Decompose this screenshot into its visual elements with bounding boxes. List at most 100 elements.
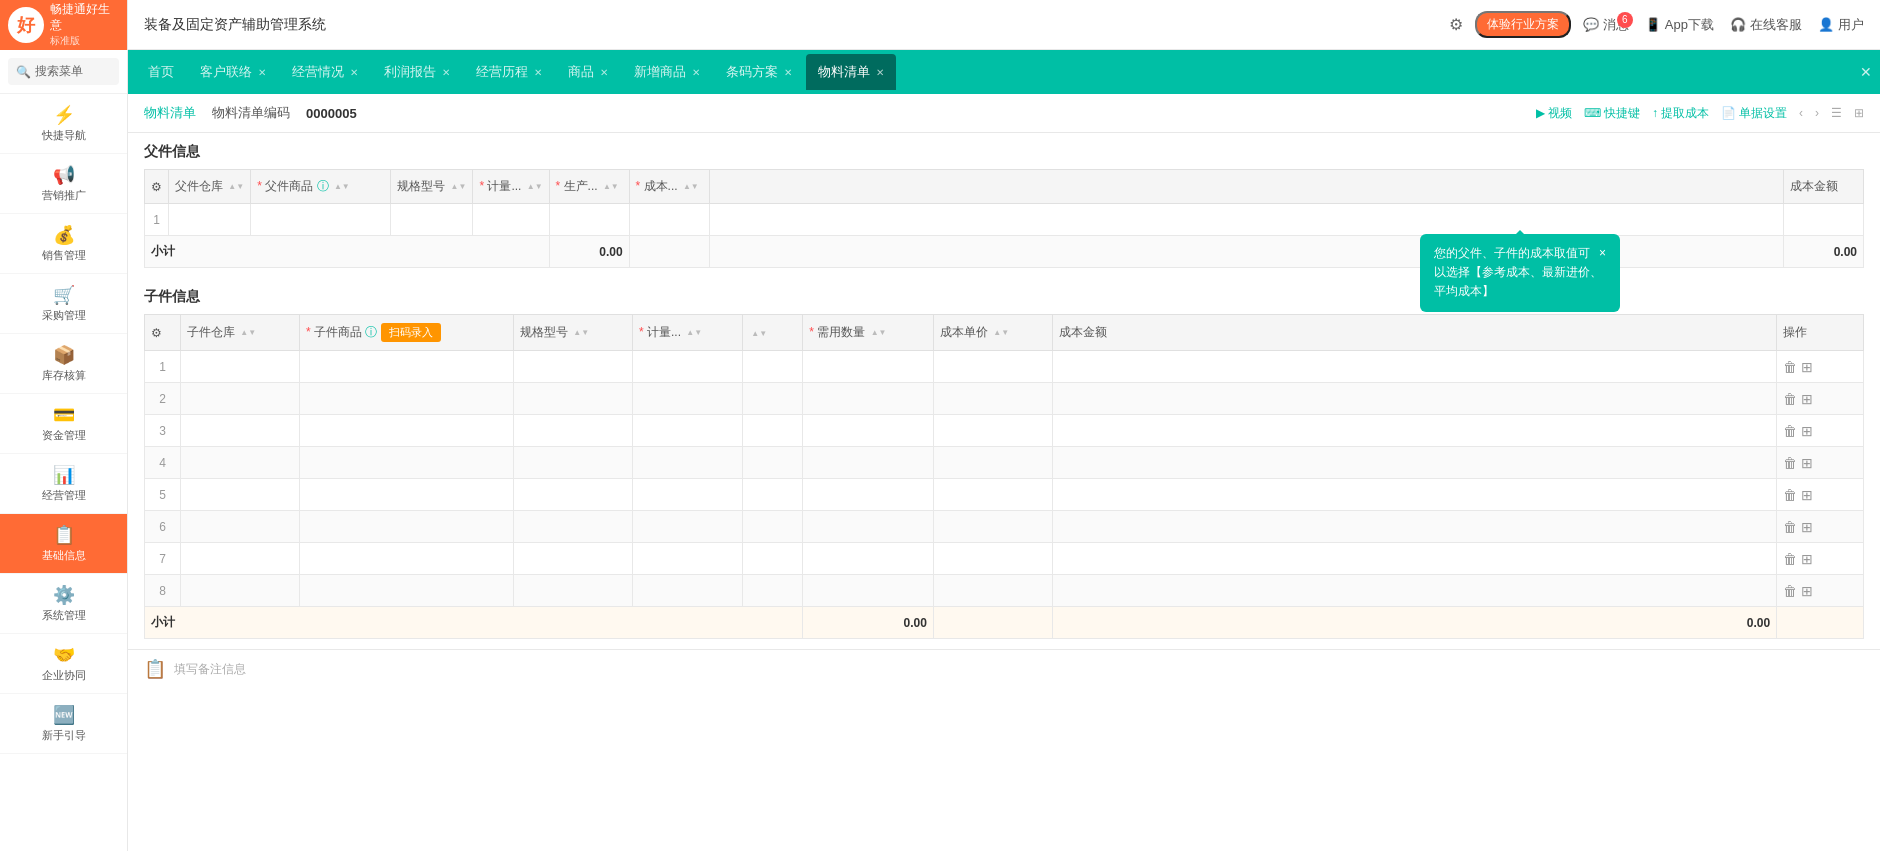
copy-icon[interactable]: ⊞ <box>1801 359 1813 375</box>
child-cell-qty[interactable] <box>803 351 934 383</box>
single-settings-action[interactable]: 📄 单据设置 <box>1721 105 1787 122</box>
child-cell-product[interactable] <box>300 511 514 543</box>
tab-bom-close[interactable]: ✕ <box>876 67 884 78</box>
child-cell-spec[interactable] <box>513 383 632 415</box>
video-action[interactable]: ▶ 视频 <box>1536 105 1572 122</box>
tab-goods-close[interactable]: ✕ <box>600 67 608 78</box>
child-cell-qty[interactable] <box>803 479 934 511</box>
child-cell-warehouse[interactable] <box>181 575 300 607</box>
breadcrumb-link[interactable]: 物料清单 <box>144 105 196 120</box>
parent-cell-production[interactable] <box>549 204 629 236</box>
child-cell-product[interactable] <box>300 543 514 575</box>
child-cell-spec[interactable] <box>513 447 632 479</box>
child-cell-warehouse[interactable] <box>181 511 300 543</box>
child-cell-product[interactable] <box>300 447 514 479</box>
copy-icon[interactable]: ⊞ <box>1801 391 1813 407</box>
child-cell-unit[interactable] <box>632 511 742 543</box>
child-cell-unitprice[interactable] <box>933 479 1052 511</box>
tab-profit[interactable]: 利润报告 ✕ <box>372 54 462 90</box>
copy-icon[interactable]: ⊞ <box>1801 423 1813 439</box>
user-button[interactable]: 👤 用户 <box>1818 16 1864 34</box>
child-cell-spec[interactable] <box>513 511 632 543</box>
child-cell-product[interactable] <box>300 415 514 447</box>
delete-icon[interactable]: 🗑 <box>1783 519 1797 535</box>
parent-cell-cost[interactable] <box>629 204 709 236</box>
child-cell-warehouse[interactable] <box>181 351 300 383</box>
sidebar-item-operation[interactable]: 📊 经营管理 <box>0 454 127 514</box>
delete-icon[interactable]: 🗑 <box>1783 423 1797 439</box>
child-cell-unit[interactable] <box>632 447 742 479</box>
tab-operation-history-close[interactable]: ✕ <box>534 67 542 78</box>
child-cell-spec[interactable] <box>513 575 632 607</box>
app-download-button[interactable]: 📱 App下载 <box>1645 16 1714 34</box>
child-cell-spec[interactable] <box>513 479 632 511</box>
parent-cell-product[interactable] <box>251 204 391 236</box>
tab-operation-status-close[interactable]: ✕ <box>350 67 358 78</box>
scan-button[interactable]: 扫码录入 <box>381 323 441 342</box>
tab-barcode[interactable]: 条码方案 ✕ <box>714 54 804 90</box>
settings-icon[interactable]: ⚙ <box>1449 15 1463 34</box>
sidebar-item-collab[interactable]: 🤝 企业协同 <box>0 634 127 694</box>
parent-cell-warehouse[interactable] <box>169 204 251 236</box>
nav-next[interactable]: › <box>1815 106 1819 120</box>
nav-list[interactable]: ☰ <box>1831 106 1842 120</box>
sidebar-item-quick-nav[interactable]: ⚡ 快捷导航 <box>0 94 127 154</box>
child-cell-unitprice[interactable] <box>933 415 1052 447</box>
child-cell-warehouse[interactable] <box>181 415 300 447</box>
nav-expand[interactable]: ⊞ <box>1854 106 1864 120</box>
sidebar-item-system[interactable]: ⚙️ 系统管理 <box>0 574 127 634</box>
child-cell-unitprice[interactable] <box>933 383 1052 415</box>
parent-cell-spec[interactable] <box>391 204 473 236</box>
child-cell-product[interactable] <box>300 383 514 415</box>
tab-operation-status[interactable]: 经营情况 ✕ <box>280 54 370 90</box>
child-cell-spec[interactable] <box>513 415 632 447</box>
copy-icon[interactable]: ⊞ <box>1801 519 1813 535</box>
child-cell-unitprice[interactable] <box>933 575 1052 607</box>
online-service-button[interactable]: 🎧 在线客服 <box>1730 16 1802 34</box>
child-cell-qty[interactable] <box>803 415 934 447</box>
search-menu-button[interactable]: 🔍 搜索菜单 <box>8 58 119 85</box>
child-cell-unit[interactable] <box>632 415 742 447</box>
sidebar-item-basic[interactable]: 📋 基础信息 <box>0 514 127 574</box>
tab-operation-history[interactable]: 经营历程 ✕ <box>464 54 554 90</box>
child-cell-unitprice[interactable] <box>933 543 1052 575</box>
child-cell-unit[interactable] <box>632 575 742 607</box>
child-cell-unit[interactable] <box>632 383 742 415</box>
child-cell-product[interactable] <box>300 479 514 511</box>
message-button[interactable]: 💬 消息 6 <box>1583 16 1629 34</box>
tab-customer[interactable]: 客户联络 ✕ <box>188 54 278 90</box>
sidebar-item-marketing[interactable]: 📢 营销推广 <box>0 154 127 214</box>
bottom-hint[interactable]: 填写备注信息 <box>174 661 246 678</box>
child-cell-unitprice[interactable] <box>933 511 1052 543</box>
child-th-settings[interactable]: ⚙ <box>145 315 181 351</box>
child-cell-unitprice[interactable] <box>933 447 1052 479</box>
delete-icon[interactable]: 🗑 <box>1783 455 1797 471</box>
child-cell-unitprice[interactable] <box>933 351 1052 383</box>
child-cell-qty[interactable] <box>803 543 934 575</box>
delete-icon[interactable]: 🗑 <box>1783 391 1797 407</box>
tab-profit-close[interactable]: ✕ <box>442 67 450 78</box>
nav-prev[interactable]: ‹ <box>1799 106 1803 120</box>
child-cell-qty[interactable] <box>803 383 934 415</box>
delete-icon[interactable]: 🗑 <box>1783 551 1797 567</box>
tab-goods[interactable]: 商品 ✕ <box>556 54 620 90</box>
sidebar-item-inventory[interactable]: 📦 库存核算 <box>0 334 127 394</box>
delete-icon[interactable]: 🗑 <box>1783 359 1797 375</box>
tab-home[interactable]: 首页 <box>136 54 186 90</box>
copy-icon[interactable]: ⊞ <box>1801 487 1813 503</box>
delete-icon[interactable]: 🗑 <box>1783 583 1797 599</box>
parent-th-settings[interactable]: ⚙ <box>145 170 169 204</box>
child-cell-warehouse[interactable] <box>181 447 300 479</box>
child-cell-warehouse[interactable] <box>181 383 300 415</box>
copy-icon[interactable]: ⊞ <box>1801 455 1813 471</box>
parent-cell-unit[interactable] <box>473 204 549 236</box>
sidebar-item-sales[interactable]: 💰 销售管理 <box>0 214 127 274</box>
delete-icon[interactable]: 🗑 <box>1783 487 1797 503</box>
child-cell-qty[interactable] <box>803 447 934 479</box>
child-cell-unit[interactable] <box>632 479 742 511</box>
sidebar-item-purchase[interactable]: 🛒 采购管理 <box>0 274 127 334</box>
child-cell-spec[interactable] <box>513 351 632 383</box>
tab-customer-close[interactable]: ✕ <box>258 67 266 78</box>
tab-new-goods[interactable]: 新增商品 ✕ <box>622 54 712 90</box>
tab-bom[interactable]: 物料清单 ✕ <box>806 54 896 90</box>
